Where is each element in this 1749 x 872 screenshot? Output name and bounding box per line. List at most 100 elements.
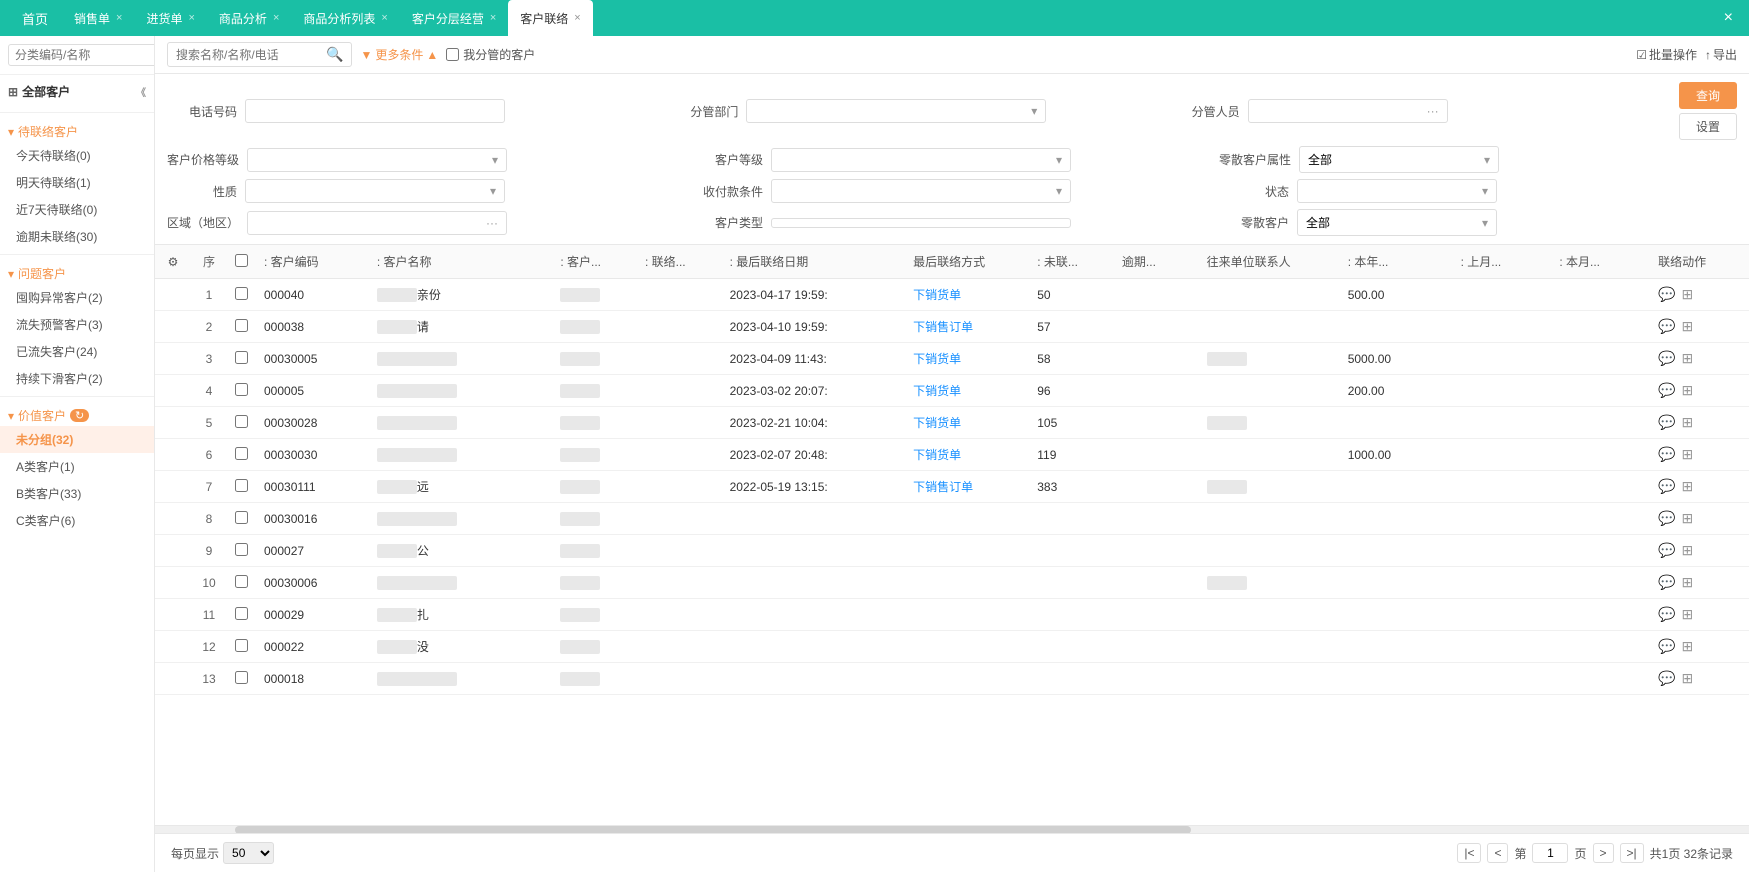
message-icon[interactable]: 💬 bbox=[1658, 318, 1675, 335]
message-icon[interactable]: 💬 bbox=[1658, 382, 1675, 399]
my-customers-checkbox-label[interactable]: 我分管的客户 bbox=[446, 46, 535, 63]
sidebar-item-class-c[interactable]: C类客户(6) bbox=[0, 507, 154, 534]
tab-customer-mgmt[interactable]: 客户分层经营 × bbox=[400, 0, 508, 36]
region-dots[interactable]: ··· bbox=[486, 216, 498, 230]
grid-action-icon[interactable]: ⊞ bbox=[1682, 382, 1694, 399]
row-checkbox[interactable] bbox=[235, 671, 248, 684]
close-all-button[interactable]: × bbox=[1716, 9, 1741, 27]
reset-button[interactable]: 设置 bbox=[1679, 113, 1737, 140]
region-select[interactable]: ··· bbox=[247, 211, 507, 235]
message-icon[interactable]: 💬 bbox=[1658, 446, 1675, 463]
th-settings[interactable]: ⚙ bbox=[155, 245, 191, 279]
row-checkbox[interactable] bbox=[235, 639, 248, 652]
row-checkbox[interactable] bbox=[235, 415, 248, 428]
tab-analysis-list[interactable]: 商品分析列表 × bbox=[291, 0, 399, 36]
phone-input[interactable] bbox=[245, 99, 505, 123]
next-page-btn[interactable]: > bbox=[1593, 843, 1614, 863]
message-icon[interactable]: 💬 bbox=[1658, 542, 1675, 559]
grid-action-icon[interactable]: ⊞ bbox=[1682, 670, 1694, 687]
grid-action-icon[interactable]: ⊞ bbox=[1682, 510, 1694, 527]
row-checkbox[interactable] bbox=[235, 607, 248, 620]
cell-checkbox[interactable] bbox=[227, 599, 256, 631]
message-icon[interactable]: 💬 bbox=[1658, 574, 1675, 591]
last-method-link[interactable]: 下销售订单 bbox=[913, 480, 973, 494]
message-icon[interactable]: 💬 bbox=[1658, 478, 1675, 495]
close-tab-analysis-list[interactable]: × bbox=[381, 12, 387, 24]
row-checkbox[interactable] bbox=[235, 511, 248, 524]
last-method-link[interactable]: 下销货单 bbox=[913, 416, 961, 430]
sidebar-item-declining[interactable]: 持续下滑客户(2) bbox=[0, 365, 154, 392]
grid-action-icon[interactable]: ⊞ bbox=[1682, 574, 1694, 591]
message-icon[interactable]: 💬 bbox=[1658, 414, 1675, 431]
row-checkbox[interactable] bbox=[235, 287, 248, 300]
message-icon[interactable]: 💬 bbox=[1658, 638, 1675, 655]
prev-page-btn[interactable]: < bbox=[1487, 843, 1508, 863]
sidebar-item-tomorrow[interactable]: 明天待联络(1) bbox=[0, 169, 154, 196]
close-tab-customer-mgmt[interactable]: × bbox=[490, 12, 496, 24]
cell-checkbox[interactable] bbox=[227, 535, 256, 567]
sidebar-group-problem[interactable]: ▾ 问题客户 bbox=[0, 259, 154, 284]
sidebar-item-class-a[interactable]: A类客户(1) bbox=[0, 453, 154, 480]
zero-customer-select[interactable]: 全部 ▾ bbox=[1297, 209, 1497, 236]
sidebar-search-input[interactable] bbox=[8, 44, 155, 66]
cell-checkbox[interactable] bbox=[227, 567, 256, 599]
cell-checkbox[interactable] bbox=[227, 471, 256, 503]
cell-checkbox[interactable] bbox=[227, 631, 256, 663]
hscroll-bar[interactable] bbox=[155, 825, 1749, 833]
price-level-select[interactable]: ▾ bbox=[247, 148, 507, 172]
sidebar-item-abnormal[interactable]: 囤购异常客户(2) bbox=[0, 284, 154, 311]
close-tab-purchase[interactable]: × bbox=[188, 12, 194, 24]
message-icon[interactable]: 💬 bbox=[1658, 670, 1675, 687]
sidebar-collapse-btn[interactable]: 《 bbox=[136, 84, 146, 99]
dept-select[interactable]: ▾ bbox=[746, 99, 1046, 123]
tab-customer-contact[interactable]: 客户联络 × bbox=[508, 0, 592, 36]
last-method-link[interactable]: 下销售订单 bbox=[913, 320, 973, 334]
row-checkbox[interactable] bbox=[235, 351, 248, 364]
row-checkbox[interactable] bbox=[235, 543, 248, 556]
sidebar-item-ungrouped[interactable]: 未分组(32) bbox=[0, 426, 154, 453]
tab-analysis[interactable]: 商品分析 × bbox=[207, 0, 291, 36]
message-icon[interactable]: 💬 bbox=[1658, 606, 1675, 623]
row-checkbox[interactable] bbox=[235, 479, 248, 492]
grid-action-icon[interactable]: ⊞ bbox=[1682, 318, 1694, 335]
tab-purchase[interactable]: 进货单 × bbox=[134, 0, 206, 36]
cell-checkbox[interactable] bbox=[227, 503, 256, 535]
cell-checkbox[interactable] bbox=[227, 663, 256, 695]
grid-action-icon[interactable]: ⊞ bbox=[1682, 638, 1694, 655]
sidebar-group-pending[interactable]: ▾ 待联络客户 bbox=[0, 117, 154, 142]
cell-checkbox[interactable] bbox=[227, 311, 256, 343]
last-method-link[interactable]: 下销货单 bbox=[913, 384, 961, 398]
grid-action-icon[interactable]: ⊞ bbox=[1682, 446, 1694, 463]
sidebar-item-churn-warning[interactable]: 流失预警客户(3) bbox=[0, 311, 154, 338]
th-checkbox[interactable] bbox=[227, 245, 256, 279]
value-refresh-icon[interactable]: ↻ bbox=[70, 409, 89, 422]
close-tab-customer-contact[interactable]: × bbox=[574, 12, 580, 24]
page-size-select[interactable]: 50 20 100 bbox=[223, 842, 274, 864]
row-checkbox[interactable] bbox=[235, 575, 248, 588]
gender-select[interactable]: ▾ bbox=[245, 179, 505, 203]
page-input[interactable] bbox=[1532, 843, 1568, 863]
nav-home[interactable]: 首页 bbox=[8, 9, 62, 28]
batch-op-btn[interactable]: ☑ 批量操作 bbox=[1636, 46, 1697, 63]
customer-type-select[interactable] bbox=[771, 218, 1071, 228]
last-page-btn[interactable]: >| bbox=[1620, 843, 1644, 863]
close-tab-sales[interactable]: × bbox=[116, 12, 122, 24]
message-icon[interactable]: 💬 bbox=[1658, 350, 1675, 367]
status-select[interactable]: ▾ bbox=[1297, 179, 1497, 203]
cell-checkbox[interactable] bbox=[227, 407, 256, 439]
cell-checkbox[interactable] bbox=[227, 439, 256, 471]
grid-action-icon[interactable]: ⊞ bbox=[1682, 606, 1694, 623]
customer-level-select[interactable]: ▾ bbox=[771, 148, 1071, 172]
payment-select[interactable]: ▾ bbox=[771, 179, 1071, 203]
my-customers-checkbox[interactable] bbox=[446, 48, 459, 61]
last-method-link[interactable]: 下销货单 bbox=[913, 288, 961, 302]
export-btn[interactable]: ↑ 导出 bbox=[1705, 46, 1737, 63]
last-method-link[interactable]: 下销货单 bbox=[913, 448, 961, 462]
cell-checkbox[interactable] bbox=[227, 375, 256, 407]
grid-action-icon[interactable]: ⊞ bbox=[1682, 414, 1694, 431]
staff-dots[interactable]: ··· bbox=[1427, 104, 1439, 118]
grid-action-icon[interactable]: ⊞ bbox=[1682, 286, 1694, 303]
more-conditions-btn[interactable]: ▼ 更多条件 ▲ bbox=[360, 46, 438, 63]
zero-attr-select[interactable]: 全部 ▾ bbox=[1299, 146, 1499, 173]
grid-action-icon[interactable]: ⊞ bbox=[1682, 350, 1694, 367]
